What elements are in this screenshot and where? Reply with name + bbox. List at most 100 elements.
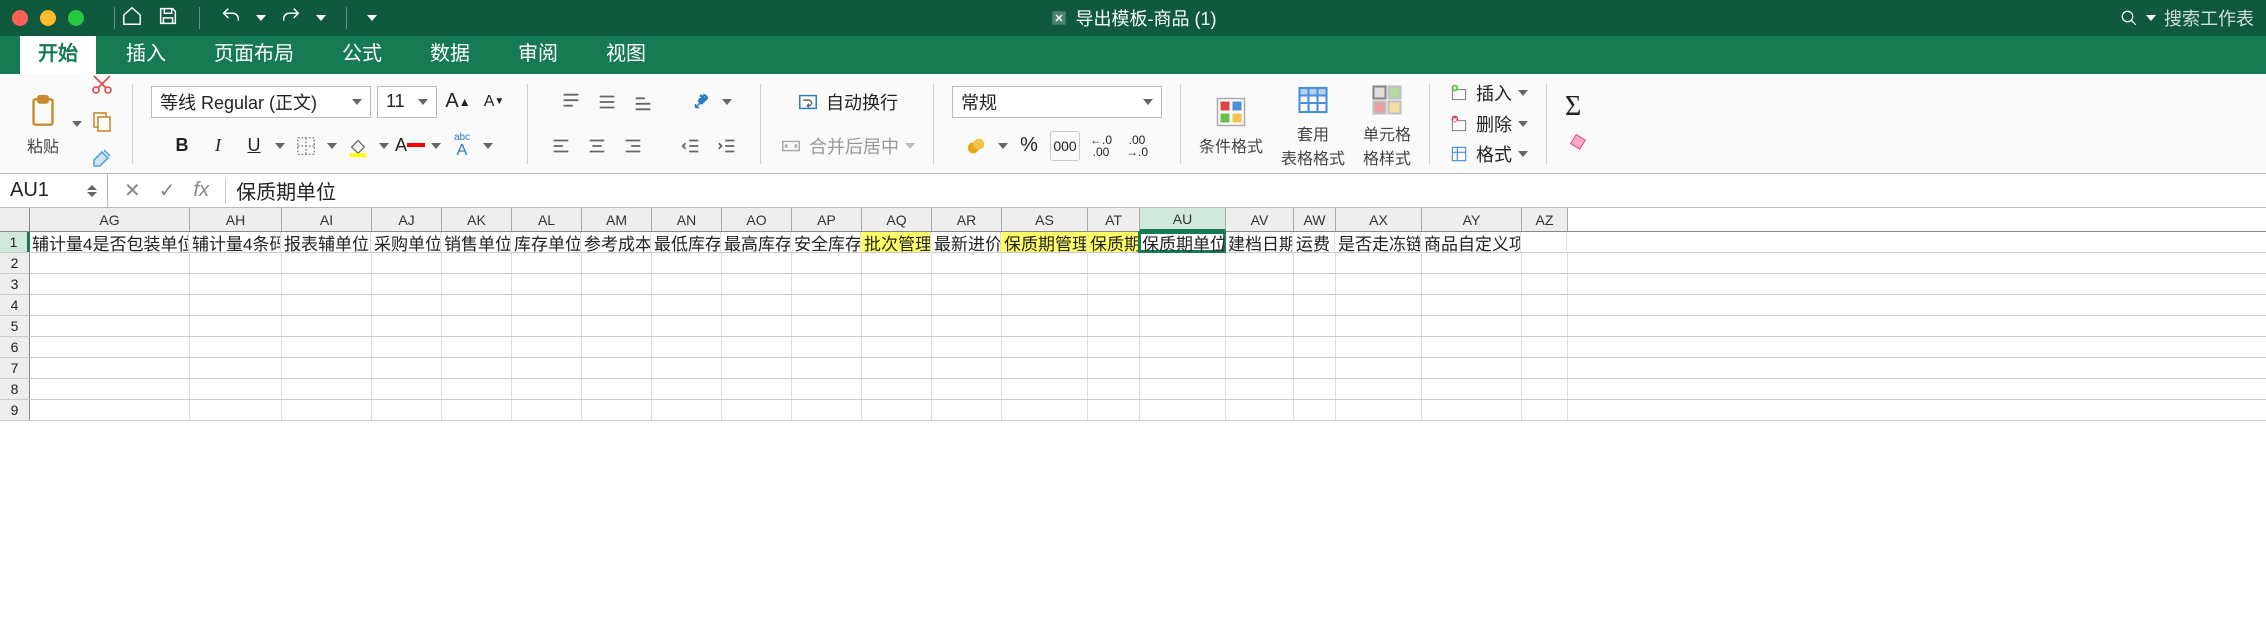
cell-AR9[interactable] <box>932 400 1002 420</box>
col-header-AL[interactable]: AL <box>512 208 582 231</box>
cell-AL1[interactable]: 库存单位 <box>511 232 581 252</box>
formula-input[interactable]: 保质期单位 <box>226 176 2266 205</box>
cell-AK5[interactable] <box>442 316 512 336</box>
close-window-button[interactable] <box>12 10 28 26</box>
cell-AG9[interactable] <box>30 400 190 420</box>
cell-AS8[interactable] <box>1002 379 1088 399</box>
borders-caret[interactable] <box>327 143 337 149</box>
cell-AN8[interactable] <box>652 379 722 399</box>
cell-AS1[interactable]: 保质期管理 <box>1001 232 1087 252</box>
cell-AT8[interactable] <box>1088 379 1140 399</box>
qat-customize-caret[interactable] <box>367 15 377 21</box>
cell-AX8[interactable] <box>1336 379 1422 399</box>
cell-AW5[interactable] <box>1294 316 1336 336</box>
cell-AR4[interactable] <box>932 295 1002 315</box>
cell-AV8[interactable] <box>1226 379 1294 399</box>
col-header-AM[interactable]: AM <box>582 208 652 231</box>
cell-AH3[interactable] <box>190 274 282 294</box>
col-header-AU[interactable]: AU <box>1140 208 1226 232</box>
cell-AV7[interactable] <box>1226 358 1294 378</box>
cell-AW7[interactable] <box>1294 358 1336 378</box>
wrap-text-button[interactable]: 自动换行 <box>796 80 898 124</box>
cell-AN3[interactable] <box>652 274 722 294</box>
cell-AU3[interactable] <box>1140 274 1226 294</box>
cell-AH4[interactable] <box>190 295 282 315</box>
cell-AK2[interactable] <box>442 253 512 273</box>
cell-AT9[interactable] <box>1088 400 1140 420</box>
cell-AS5[interactable] <box>1002 316 1088 336</box>
autosum-button[interactable]: Σ <box>1565 91 1591 123</box>
cell-AJ3[interactable] <box>372 274 442 294</box>
accounting-caret[interactable] <box>998 143 1008 149</box>
cell-AO8[interactable] <box>722 379 792 399</box>
row-header-3[interactable]: 3 <box>0 274 30 294</box>
row-header-7[interactable]: 7 <box>0 358 30 378</box>
row-header-1[interactable]: 1 <box>0 232 30 252</box>
col-header-AN[interactable]: AN <box>652 208 722 231</box>
row-header-4[interactable]: 4 <box>0 295 30 315</box>
col-header-AJ[interactable]: AJ <box>372 208 442 231</box>
cell-AM9[interactable] <box>582 400 652 420</box>
col-header-AY[interactable]: AY <box>1422 208 1522 231</box>
cell-AL3[interactable] <box>512 274 582 294</box>
cell-AH1[interactable]: 辅计量4条码 <box>189 232 281 252</box>
col-header-AQ[interactable]: AQ <box>862 208 932 231</box>
insert-cells-button[interactable]: 插入 <box>1448 78 1528 109</box>
col-header-AX[interactable]: AX <box>1336 208 1422 231</box>
cell-AP4[interactable] <box>792 295 862 315</box>
conditional-format-button[interactable]: 条件格式 <box>1199 91 1263 157</box>
cell-AR1[interactable]: 最新进价 <box>931 232 1001 252</box>
cell-AH9[interactable] <box>190 400 282 420</box>
cell-AS3[interactable] <box>1002 274 1088 294</box>
format-painter-icon[interactable] <box>90 146 114 175</box>
cell-AZ1[interactable] <box>1521 232 1567 252</box>
cell-AR8[interactable] <box>932 379 1002 399</box>
cell-AQ8[interactable] <box>862 379 932 399</box>
increase-decimal-button[interactable]: ←.0.00 <box>1086 131 1116 161</box>
cell-AX9[interactable] <box>1336 400 1422 420</box>
cell-AN1[interactable]: 最低库存 <box>651 232 721 252</box>
cell-AP5[interactable] <box>792 316 862 336</box>
redo-icon[interactable] <box>280 5 302 32</box>
cell-AH8[interactable] <box>190 379 282 399</box>
cell-AJ9[interactable] <box>372 400 442 420</box>
cell-AN9[interactable] <box>652 400 722 420</box>
cell-AQ5[interactable] <box>862 316 932 336</box>
cell-AT6[interactable] <box>1088 337 1140 357</box>
cell-AQ1[interactable]: 批次管理 <box>861 232 931 252</box>
cell-AM5[interactable] <box>582 316 652 336</box>
undo-dropdown-caret[interactable] <box>256 15 266 21</box>
cell-AW3[interactable] <box>1294 274 1336 294</box>
cell-AU7[interactable] <box>1140 358 1226 378</box>
undo-icon[interactable] <box>220 5 242 32</box>
cell-AZ5[interactable] <box>1522 316 1568 336</box>
cell-AX2[interactable] <box>1336 253 1422 273</box>
cell-AR7[interactable] <box>932 358 1002 378</box>
cell-AW8[interactable] <box>1294 379 1336 399</box>
cell-AO5[interactable] <box>722 316 792 336</box>
col-header-AZ[interactable]: AZ <box>1522 208 1568 231</box>
cell-AI9[interactable] <box>282 400 372 420</box>
decrease-decimal-button[interactable]: .00→.0 <box>1122 131 1152 161</box>
cell-AI3[interactable] <box>282 274 372 294</box>
cell-AN6[interactable] <box>652 337 722 357</box>
cell-AO2[interactable] <box>722 253 792 273</box>
cell-AX5[interactable] <box>1336 316 1422 336</box>
cell-AJ8[interactable] <box>372 379 442 399</box>
cell-AS7[interactable] <box>1002 358 1088 378</box>
cell-AH2[interactable] <box>190 253 282 273</box>
cell-AJ1[interactable]: 采购单位 <box>371 232 441 252</box>
cell-AY2[interactable] <box>1422 253 1522 273</box>
cell-AI6[interactable] <box>282 337 372 357</box>
cell-AU6[interactable] <box>1140 337 1226 357</box>
cell-AK4[interactable] <box>442 295 512 315</box>
cell-AW4[interactable] <box>1294 295 1336 315</box>
col-header-AV[interactable]: AV <box>1226 208 1294 231</box>
cell-AL9[interactable] <box>512 400 582 420</box>
cell-AH7[interactable] <box>190 358 282 378</box>
cell-AT7[interactable] <box>1088 358 1140 378</box>
fill-color-button[interactable] <box>343 131 373 161</box>
cell-AK8[interactable] <box>442 379 512 399</box>
cell-AU4[interactable] <box>1140 295 1226 315</box>
cell-AM6[interactable] <box>582 337 652 357</box>
